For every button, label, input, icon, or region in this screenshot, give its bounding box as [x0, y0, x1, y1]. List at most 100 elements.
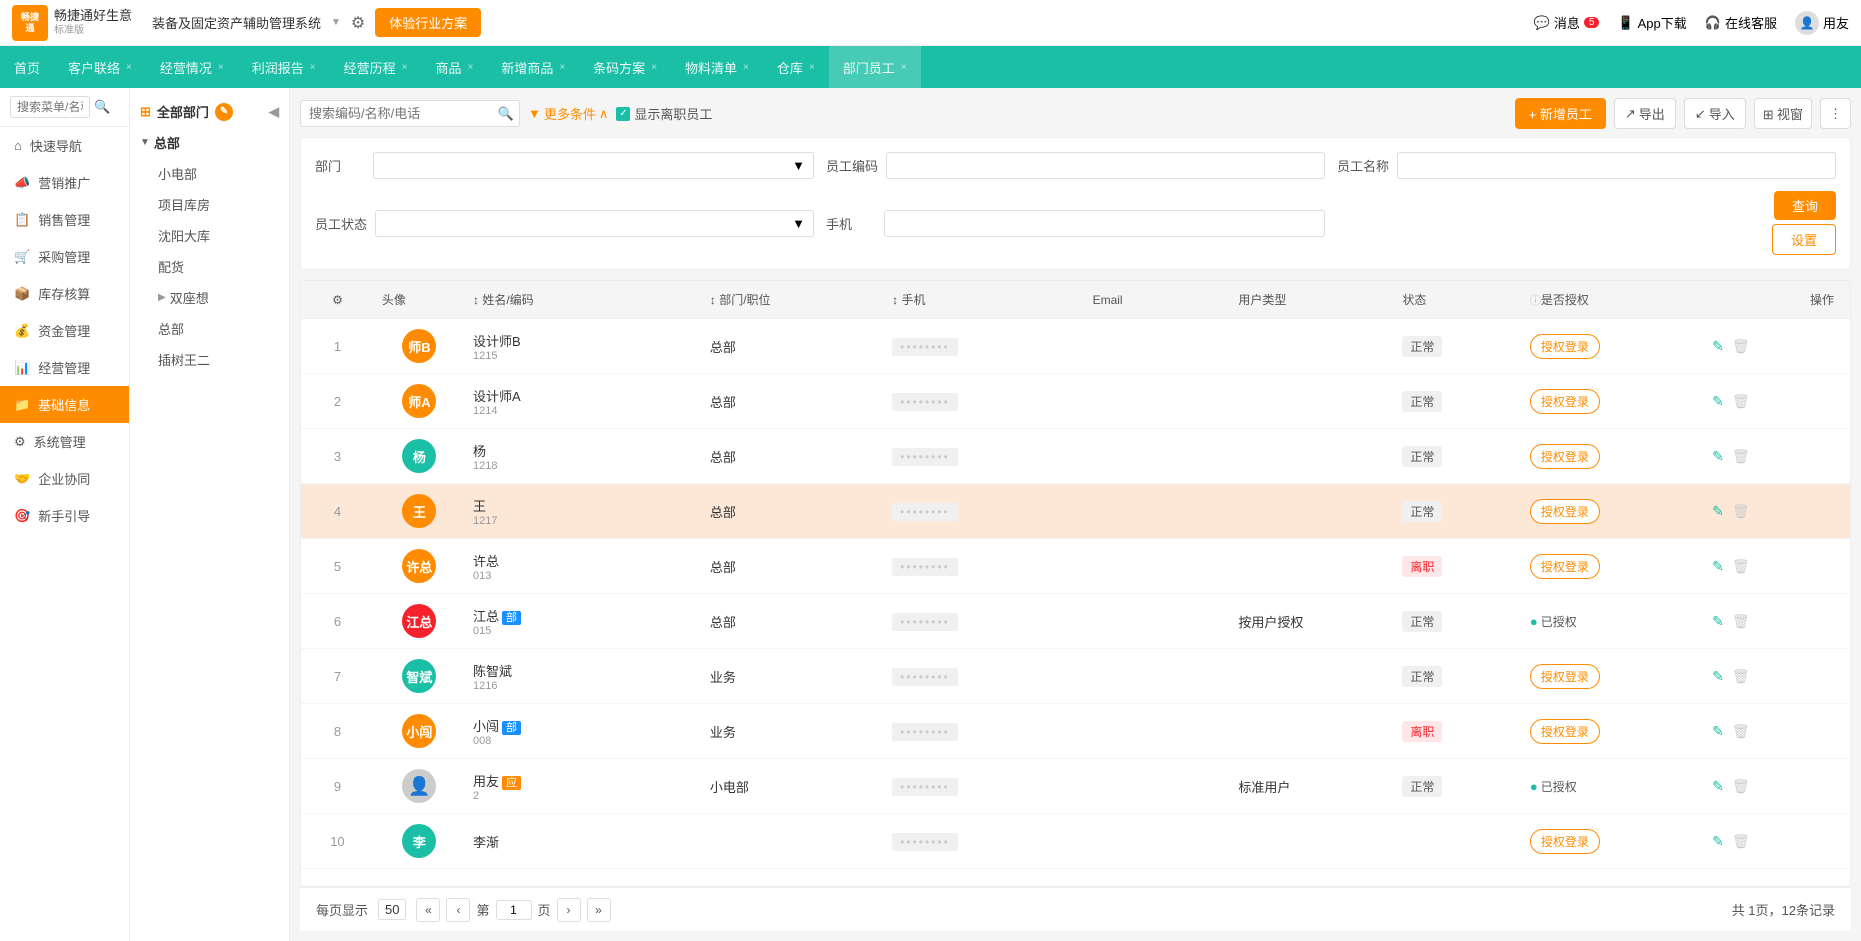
tab-close-department[interactable]: ×: [901, 62, 907, 73]
delete-button[interactable]: 🗑: [1732, 448, 1750, 465]
sidebar-item-quicknav[interactable]: ⌂ 快速导航: [0, 127, 129, 164]
delete-button[interactable]: 🗑: [1732, 778, 1750, 795]
next-page-btn[interactable]: ›: [557, 898, 581, 922]
tab-barcode[interactable]: 条码方案×: [579, 46, 671, 88]
tab-history[interactable]: 经营历程×: [330, 46, 422, 88]
th-phone[interactable]: ↕ 手机: [884, 281, 1084, 319]
settings-icon[interactable]: ⚙: [351, 13, 365, 33]
query-button[interactable]: 查询: [1774, 191, 1836, 220]
th-name[interactable]: ↕ 姓名/编码: [465, 281, 702, 319]
dept-collapse-btn[interactable]: ◀: [269, 104, 279, 120]
filter-dept-select[interactable]: ▼: [373, 152, 814, 179]
sidebar-item-bizmanage[interactable]: 📊 经营管理: [0, 349, 129, 386]
sidebar-item-finance[interactable]: 💰 资金管理: [0, 312, 129, 349]
sidebar-item-purchase[interactable]: 🛒 采购管理: [0, 238, 129, 275]
sidebar-item-basicinfo[interactable]: 📁 基础信息: [0, 386, 129, 423]
message-button[interactable]: 💬 消息 5: [1534, 13, 1600, 32]
edit-button[interactable]: ✎: [1712, 338, 1724, 355]
edit-button[interactable]: ✎: [1712, 723, 1724, 740]
tab-close-bom[interactable]: ×: [743, 62, 749, 73]
tab-newgoods[interactable]: 新增商品×: [487, 46, 579, 88]
delete-button[interactable]: 🗑: [1732, 558, 1750, 575]
export-button[interactable]: ↗ 导出: [1614, 98, 1676, 129]
auth-login-button[interactable]: 授权登录: [1530, 664, 1600, 689]
delete-button[interactable]: 🗑: [1732, 338, 1750, 355]
sidebar-item-sysmanage[interactable]: ⚙ 系统管理: [0, 423, 129, 460]
sidebar-search-icon[interactable]: 🔍: [94, 99, 110, 115]
show-resigned-checkbox[interactable]: ✓: [616, 107, 630, 121]
show-resigned-toggle[interactable]: ✓ 显示离职员工: [616, 104, 712, 123]
search-employee-icon[interactable]: 🔍: [498, 106, 514, 122]
tab-close-profit[interactable]: ×: [310, 62, 316, 73]
sidebar-item-sales[interactable]: 📋 销售管理: [0, 201, 129, 238]
page-number-input[interactable]: [496, 900, 532, 920]
th-settings[interactable]: ⚙: [301, 281, 374, 319]
sidebar-item-collab[interactable]: 🤝 企业协同: [0, 460, 129, 497]
tab-close-operation[interactable]: ×: [218, 62, 224, 73]
th-dept[interactable]: ↕ 部门/职位: [702, 281, 884, 319]
tab-close-history[interactable]: ×: [402, 62, 408, 73]
tab-home[interactable]: 首页: [0, 46, 54, 88]
tab-operation[interactable]: 经营情况×: [146, 46, 238, 88]
tab-close-goods[interactable]: ×: [467, 62, 473, 73]
sidebar-search-input[interactable]: [10, 96, 90, 118]
user-menu-button[interactable]: 👤 用友: [1795, 11, 1849, 35]
dept-node-headquarter[interactable]: 总部: [130, 313, 289, 344]
edit-button[interactable]: ✎: [1712, 503, 1724, 520]
edit-button[interactable]: ✎: [1712, 448, 1724, 465]
dept-node-xiaodian[interactable]: 小电部: [130, 158, 289, 189]
filter-status-select[interactable]: ▼: [375, 210, 814, 237]
more-filter-btn[interactable]: ▼ 更多条件 ∧: [528, 104, 608, 123]
dept-edit-icon[interactable]: ✎: [215, 103, 233, 121]
tab-close-warehouse[interactable]: ×: [809, 62, 815, 73]
app-download-button[interactable]: 📱 App下载: [1617, 13, 1686, 32]
auth-login-button[interactable]: 授权登录: [1530, 444, 1600, 469]
delete-button[interactable]: 🗑: [1732, 833, 1750, 850]
last-page-btn[interactable]: »: [587, 898, 611, 922]
dept-node-chashuwang[interactable]: 插树王二: [130, 344, 289, 375]
delete-button[interactable]: 🗑: [1732, 613, 1750, 630]
import-button[interactable]: ↙ 导入: [1684, 98, 1746, 129]
delete-button[interactable]: 🗑: [1732, 668, 1750, 685]
dept-node-distribution[interactable]: 配货: [130, 251, 289, 282]
filter-phone-input[interactable]: [884, 210, 1325, 237]
tab-close-barcode[interactable]: ×: [651, 62, 657, 73]
online-service-button[interactable]: 🎧 在线客服: [1705, 13, 1777, 32]
dept-node-shenyang[interactable]: 沈阳大库: [130, 220, 289, 251]
edit-button[interactable]: ✎: [1712, 668, 1724, 685]
sidebar-item-inventory[interactable]: 📦 库存核算: [0, 275, 129, 312]
prev-page-btn[interactable]: ‹: [446, 898, 470, 922]
tab-department[interactable]: 部门员工×: [829, 46, 921, 88]
tab-close-customer[interactable]: ×: [126, 62, 132, 73]
add-employee-button[interactable]: + 新增员工: [1515, 98, 1606, 129]
view-button[interactable]: ⊞ 视窗: [1754, 98, 1812, 129]
auth-login-button[interactable]: 授权登录: [1530, 829, 1600, 854]
tab-profit[interactable]: 利润报告×: [238, 46, 330, 88]
search-employee-input[interactable]: [300, 100, 520, 127]
tab-customer[interactable]: 客户联络×: [54, 46, 146, 88]
set-button[interactable]: 设置: [1772, 224, 1836, 255]
tab-warehouse[interactable]: 仓库×: [763, 46, 829, 88]
tab-goods[interactable]: 商品×: [421, 46, 487, 88]
more-actions-button[interactable]: ⋮: [1820, 98, 1851, 129]
edit-button[interactable]: ✎: [1712, 558, 1724, 575]
trial-button[interactable]: 体验行业方案: [375, 8, 481, 37]
delete-button[interactable]: 🗑: [1732, 503, 1750, 520]
tab-bom[interactable]: 物料清单×: [671, 46, 763, 88]
delete-button[interactable]: 🗑: [1732, 393, 1750, 410]
auth-login-button[interactable]: 授权登录: [1530, 719, 1600, 744]
sidebar-item-marketing[interactable]: 📣 营销推广: [0, 164, 129, 201]
edit-button[interactable]: ✎: [1712, 613, 1724, 630]
filter-empname-input[interactable]: [1397, 152, 1836, 179]
first-page-btn[interactable]: «: [416, 898, 440, 922]
auth-login-button[interactable]: 授权登录: [1530, 389, 1600, 414]
delete-button[interactable]: 🗑: [1732, 723, 1750, 740]
edit-button[interactable]: ✎: [1712, 778, 1724, 795]
page-size-value[interactable]: 50: [378, 899, 406, 920]
sidebar-item-guide[interactable]: 🎯 新手引导: [0, 497, 129, 534]
filter-empcode-input[interactable]: [886, 152, 1325, 179]
auth-login-button[interactable]: 授权登录: [1530, 334, 1600, 359]
dept-node-project[interactable]: 项目库房: [130, 189, 289, 220]
edit-button[interactable]: ✎: [1712, 393, 1724, 410]
dept-node-general[interactable]: ▼ 总部: [130, 127, 289, 158]
